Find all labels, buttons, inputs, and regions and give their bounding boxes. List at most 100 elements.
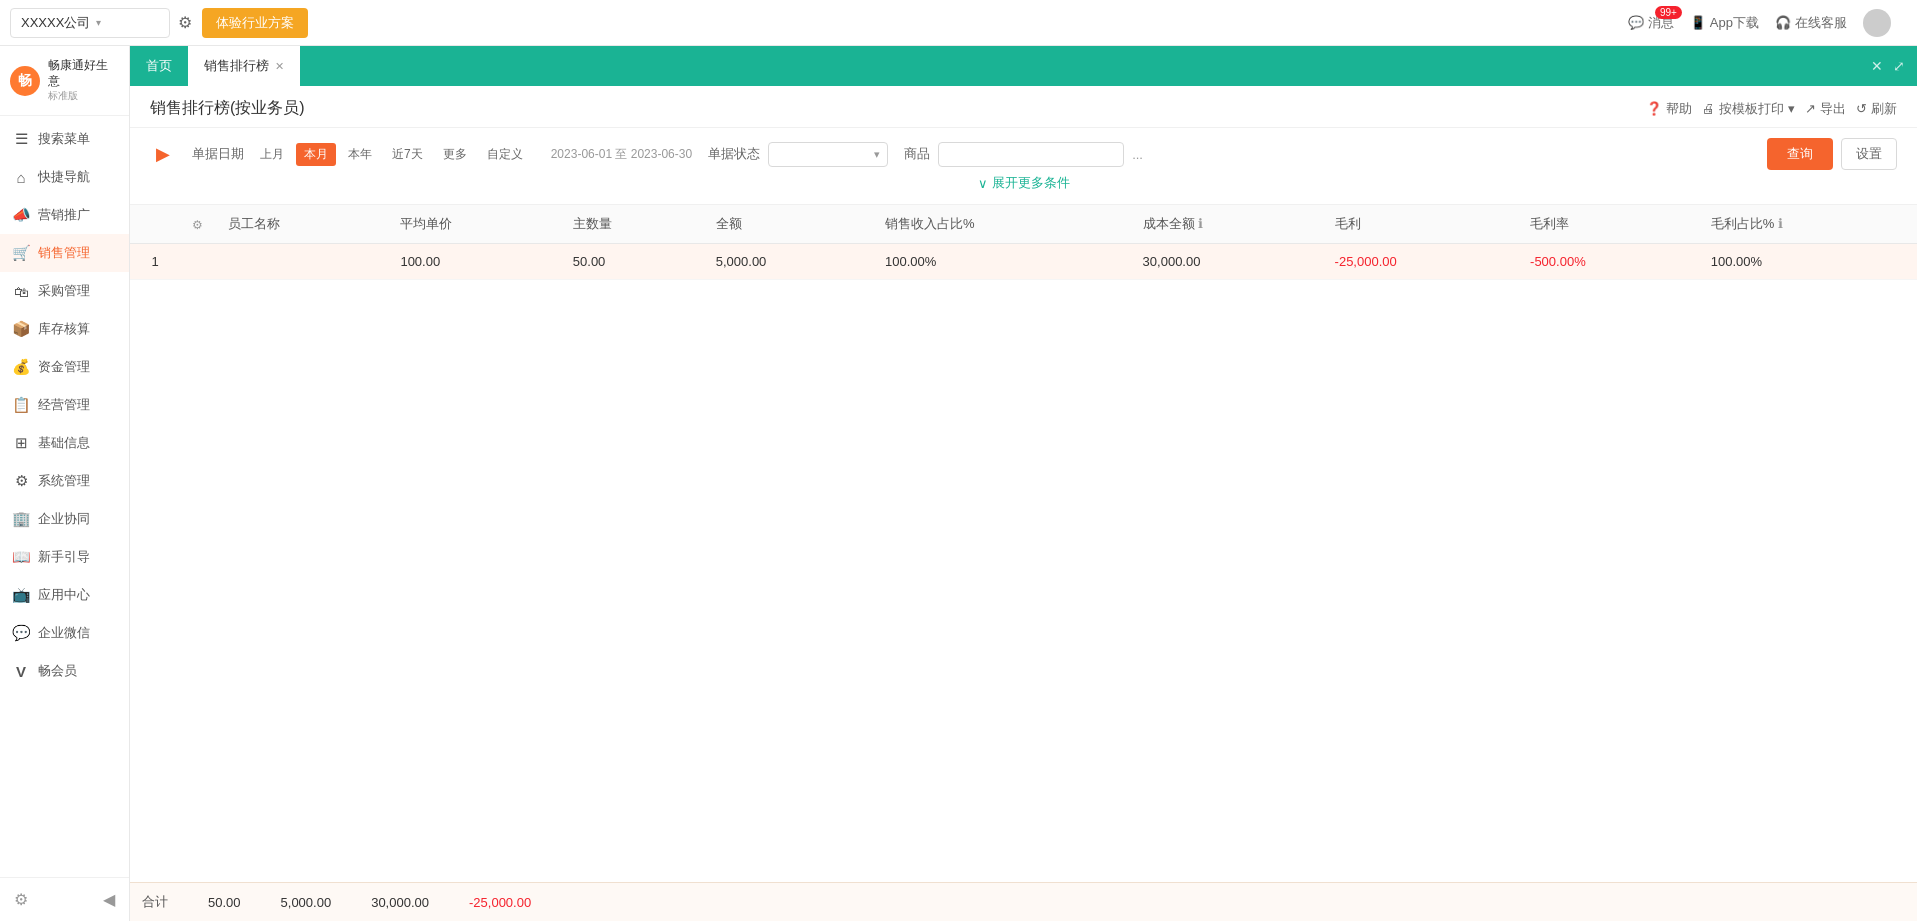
table-area: ⚙ 员工名称 平均单价 主数量 全额 销售收入占比% 成本全额 ℹ 毛 [130, 205, 1917, 882]
sidebar-settings-btn[interactable]: ⚙ [8, 886, 34, 913]
status-select[interactable] [768, 142, 888, 167]
sidebar-label: 基础信息 [38, 434, 90, 452]
column-settings-icon[interactable]: ⚙ [192, 218, 203, 232]
home-tab-label: 首页 [146, 57, 172, 75]
sidebar-item-marketing[interactable]: 📣 营销推广 [0, 196, 129, 234]
th-profit-pct: 毛利占比% ℹ [1699, 205, 1917, 244]
home-icon: ⌂ [12, 169, 30, 186]
cell-sales-pct: 100.00% [873, 244, 1131, 280]
window-maximize-icon[interactable]: ⤢ [1893, 58, 1905, 74]
print-button[interactable]: 🖨 按模板打印 ▾ [1702, 100, 1795, 118]
date-tab-more[interactable]: 更多 [435, 143, 475, 166]
expand-label: 展开更多条件 [992, 174, 1070, 192]
filter-expand-arrow[interactable]: ▶ [150, 143, 176, 165]
th-avg-price: 平均单价 [388, 205, 560, 244]
th-sales-pct: 销售收入占比% [873, 205, 1131, 244]
footer-amount: 5,000.00 [281, 895, 332, 910]
page-title: 销售排行榜(按业务员) [150, 98, 305, 119]
sidebar-label: 库存核算 [38, 320, 90, 338]
expand-row: ∨ 展开更多条件 [150, 170, 1897, 194]
sidebar-item-app-center[interactable]: 📺 应用中心 [0, 576, 129, 614]
cell-profit-pct: 100.00% [1699, 244, 1917, 280]
cart-icon: 🛒 [12, 244, 30, 262]
chevron-down-icon: ▾ [96, 17, 101, 28]
cell-name [216, 244, 388, 280]
query-button[interactable]: 查询 [1767, 138, 1833, 170]
date-filter-group: 单据日期 上月 本月 本年 近7天 更多 自定义 [192, 143, 531, 166]
cell-qty: 50.00 [561, 244, 704, 280]
export-label: 导出 [1820, 100, 1846, 118]
sidebar-label: 系统管理 [38, 472, 90, 490]
sidebar-item-operations[interactable]: 📋 经营管理 [0, 386, 129, 424]
table-settings-button[interactable]: 设置 [1841, 138, 1897, 170]
sidebar-logo: 畅 畅康通好生意 标准版 [0, 46, 129, 116]
book-icon: 📖 [12, 548, 30, 566]
logo-text: 畅康通好生意 [48, 58, 119, 89]
menu-icon: ☰ [12, 130, 30, 148]
sidebar-item-capital[interactable]: 💰 资金管理 [0, 348, 129, 386]
message-button[interactable]: 💬 消息 99+ [1628, 14, 1674, 32]
footer-cost: 30,000.00 [371, 895, 429, 910]
print-chevron-icon: ▾ [1788, 101, 1795, 116]
online-service-button[interactable]: 🎧 在线客服 [1775, 14, 1847, 32]
app-download-button[interactable]: 📱 App下载 [1690, 14, 1759, 32]
expand-more-button[interactable]: ∨ 展开更多条件 [978, 174, 1070, 192]
th-profit-rate: 毛利率 [1518, 205, 1699, 244]
refresh-button[interactable]: ↺ 刷新 [1856, 100, 1897, 118]
print-label: 按模板打印 [1719, 100, 1784, 118]
sidebar-item-enterprise[interactable]: 🏢 企业协同 [0, 500, 129, 538]
message-icon: 💬 [1628, 15, 1644, 30]
filter-ellipsis[interactable]: ... [1132, 147, 1143, 162]
profit-pct-info-icon[interactable]: ℹ [1778, 216, 1783, 231]
date-tab-this-month[interactable]: 本月 [296, 143, 336, 166]
date-tab-custom[interactable]: 自定义 [479, 143, 531, 166]
tab-sales-rank[interactable]: 销售排行榜 ✕ [188, 46, 300, 86]
company-selector[interactable]: XXXXX公司 ▾ [10, 8, 170, 38]
sidebar-label: 采购管理 [38, 282, 90, 300]
status-filter-label: 单据状态 [708, 145, 760, 163]
cell-profit-rate: -500.00% [1518, 244, 1699, 280]
user-avatar[interactable] [1863, 9, 1891, 37]
logo-icon: 畅 [10, 66, 40, 96]
sidebar-item-sales[interactable]: 🛒 销售管理 [0, 234, 129, 272]
sidebar-collapse-btn[interactable]: ◀ [97, 886, 121, 913]
th-profit: 毛利 [1323, 205, 1518, 244]
sidebar-label: 销售管理 [38, 244, 90, 262]
settings-icon[interactable]: ⚙ [178, 13, 192, 32]
money-icon: 💰 [12, 358, 30, 376]
sidebar-item-wechat[interactable]: 💬 企业微信 [0, 614, 129, 652]
refresh-label: 刷新 [1871, 100, 1897, 118]
sidebar-item-system[interactable]: ⚙ 系统管理 [0, 462, 129, 500]
date-filter-label: 单据日期 [192, 145, 244, 163]
sidebar-label: 新手引导 [38, 548, 90, 566]
tab-home[interactable]: 首页 [130, 46, 188, 86]
th-name: 员工名称 [216, 205, 388, 244]
sidebar-nav: ☰ 搜索菜单 ⌂ 快捷导航 📣 营销推广 🛒 销售管理 🛍 采购管理 [0, 116, 129, 877]
cost-info-icon[interactable]: ℹ [1198, 216, 1203, 231]
date-tab-this-year[interactable]: 本年 [340, 143, 380, 166]
sidebar-item-guide[interactable]: 📖 新手引导 [0, 538, 129, 576]
date-tab-last-month[interactable]: 上月 [252, 143, 292, 166]
sidebar-item-purchase[interactable]: 🛍 采购管理 [0, 272, 129, 310]
export-icon: ↗ [1805, 101, 1816, 116]
date-tab-7days[interactable]: 近7天 [384, 143, 431, 166]
goods-input[interactable] [938, 142, 1124, 167]
sidebar-item-quick-nav[interactable]: ⌂ 快捷导航 [0, 158, 129, 196]
tab-close-icon[interactable]: ✕ [275, 60, 284, 73]
help-button[interactable]: ❓ 帮助 [1646, 100, 1692, 118]
question-icon: ❓ [1646, 101, 1662, 116]
sidebar-item-member[interactable]: V 畅会员 [0, 652, 129, 690]
trial-button[interactable]: 体验行业方案 [202, 8, 308, 38]
filter-area: ▶ 单据日期 上月 本月 本年 近7天 更多 自定义 [130, 128, 1917, 205]
th-cost: 成本全额 ℹ [1131, 205, 1323, 244]
megaphone-icon: 📣 [12, 206, 30, 224]
sidebar-item-basic-info[interactable]: ⊞ 基础信息 [0, 424, 129, 462]
cell-profit: -25,000.00 [1323, 244, 1518, 280]
headset-icon: 🎧 [1775, 15, 1791, 30]
sidebar-item-search-order[interactable]: ☰ 搜索菜单 [0, 120, 129, 158]
th-qty: 主数量 [561, 205, 704, 244]
footer-profit: -25,000.00 [469, 895, 531, 910]
window-close-icon[interactable]: ✕ [1871, 58, 1883, 74]
export-button[interactable]: ↗ 导出 [1805, 100, 1846, 118]
sidebar-item-inventory[interactable]: 📦 库存核算 [0, 310, 129, 348]
